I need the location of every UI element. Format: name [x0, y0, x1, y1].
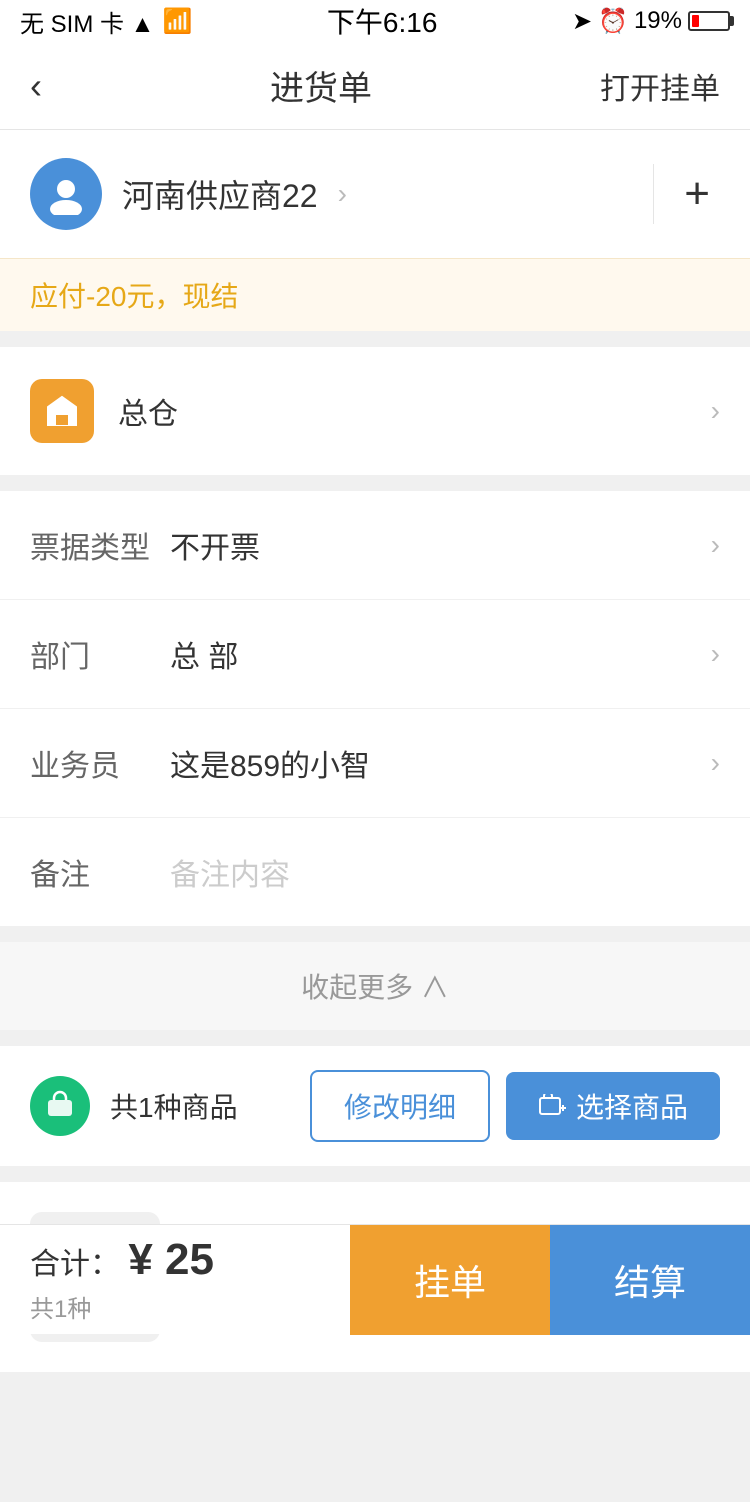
checkout-button[interactable]: 结算 [550, 1225, 750, 1335]
invoice-type-label: 票据类型 [30, 523, 170, 567]
product-section: 共1种商品 修改明细 选择商品 [0, 1046, 750, 1166]
status-time: 下午6:16 [327, 1, 438, 41]
edit-detail-button[interactable]: 修改明细 [310, 1070, 490, 1142]
salesperson-chevron-icon: › [711, 747, 720, 779]
remark-row[interactable]: 备注 备注内容 [0, 817, 750, 926]
supplier-left: 河南供应商22 › [30, 158, 633, 230]
battery-icon [688, 11, 730, 31]
remark-label: 备注 [30, 850, 170, 894]
supplier-section: 河南供应商22 › + 应付-20元，现结 [0, 130, 750, 331]
product-action-buttons: 修改明细 选择商品 [310, 1070, 720, 1142]
warehouse-name: 总仓 [118, 389, 711, 433]
supplier-divider [653, 164, 654, 224]
department-chevron-icon: › [711, 638, 720, 670]
supplier-name: 河南供应商22 [122, 171, 318, 217]
supplier-chevron-icon: › [338, 178, 347, 210]
invoice-type-row[interactable]: 票据类型 不开票 › [0, 491, 750, 599]
warehouse-section: 总仓 › [0, 347, 750, 475]
bottom-total: 合计： ¥ 25 共1种 [0, 1235, 350, 1324]
total-amount: ¥ 25 [128, 1235, 214, 1284]
page-title: 进货单 [270, 61, 372, 110]
invoice-type-value: 不开票 [170, 523, 711, 567]
warehouse-row[interactable]: 总仓 › [0, 347, 750, 475]
department-value: 总 部 [170, 632, 711, 676]
add-supplier-button[interactable]: + [674, 169, 720, 219]
salesperson-value: 这是859的小智 [170, 741, 711, 785]
invoice-chevron-icon: › [711, 529, 720, 561]
wifi-icon: 📶 [162, 7, 192, 36]
supplier-notice: 应付-20元，现结 [0, 258, 750, 331]
supplier-row[interactable]: 河南供应商22 › + [0, 130, 750, 258]
supplier-avatar [30, 158, 102, 230]
product-count: 共1种商品 [110, 1086, 290, 1126]
salesperson-row[interactable]: 业务员 这是859的小智 › [0, 708, 750, 817]
bottom-bar: 合计： ¥ 25 共1种 挂单 结算 [0, 1224, 750, 1334]
warehouse-icon [30, 379, 94, 443]
alarm-icon: ⏰ [598, 7, 628, 36]
total-label: 合计： [30, 1248, 120, 1281]
nav-bar: ‹ 进货单 打开挂单 [0, 42, 750, 130]
hang-button[interactable]: 挂单 [350, 1225, 550, 1335]
product-header: 共1种商品 修改明细 选择商品 [0, 1046, 750, 1166]
battery-text: 19% [634, 7, 682, 35]
form-section: 票据类型 不开票 › 部门 总 部 › 业务员 这是859的小智 › 备注 备注… [0, 491, 750, 926]
total-sub: 共1种 [30, 1289, 320, 1324]
salesperson-label: 业务员 [30, 741, 170, 785]
select-product-label: 选择商品 [576, 1086, 688, 1126]
location-icon: ➤ [572, 7, 592, 36]
status-bar: 无 SIM 卡 ▲ 📶 下午6:16 ➤ ⏰ 19% [0, 0, 750, 42]
department-label: 部门 [30, 632, 170, 676]
collapse-label: 收起更多 ∧ [301, 966, 449, 1006]
product-icon [30, 1076, 90, 1136]
status-right: ➤ ⏰ 19% [572, 7, 730, 36]
status-left: 无 SIM 卡 ▲ 📶 [20, 4, 192, 39]
collapse-row[interactable]: 收起更多 ∧ [0, 942, 750, 1030]
sim-status: 无 SIM 卡 ▲ [20, 4, 154, 39]
select-product-button[interactable]: 选择商品 [506, 1072, 720, 1140]
total-main: 合计： ¥ 25 [30, 1235, 320, 1285]
remark-input[interactable]: 备注内容 [170, 850, 720, 894]
bottom-spacer [0, 1372, 750, 1502]
department-row[interactable]: 部门 总 部 › [0, 599, 750, 708]
warehouse-chevron-icon: › [711, 395, 720, 427]
back-button[interactable]: ‹ [30, 65, 42, 107]
open-hang-button[interactable]: 打开挂单 [600, 64, 720, 108]
